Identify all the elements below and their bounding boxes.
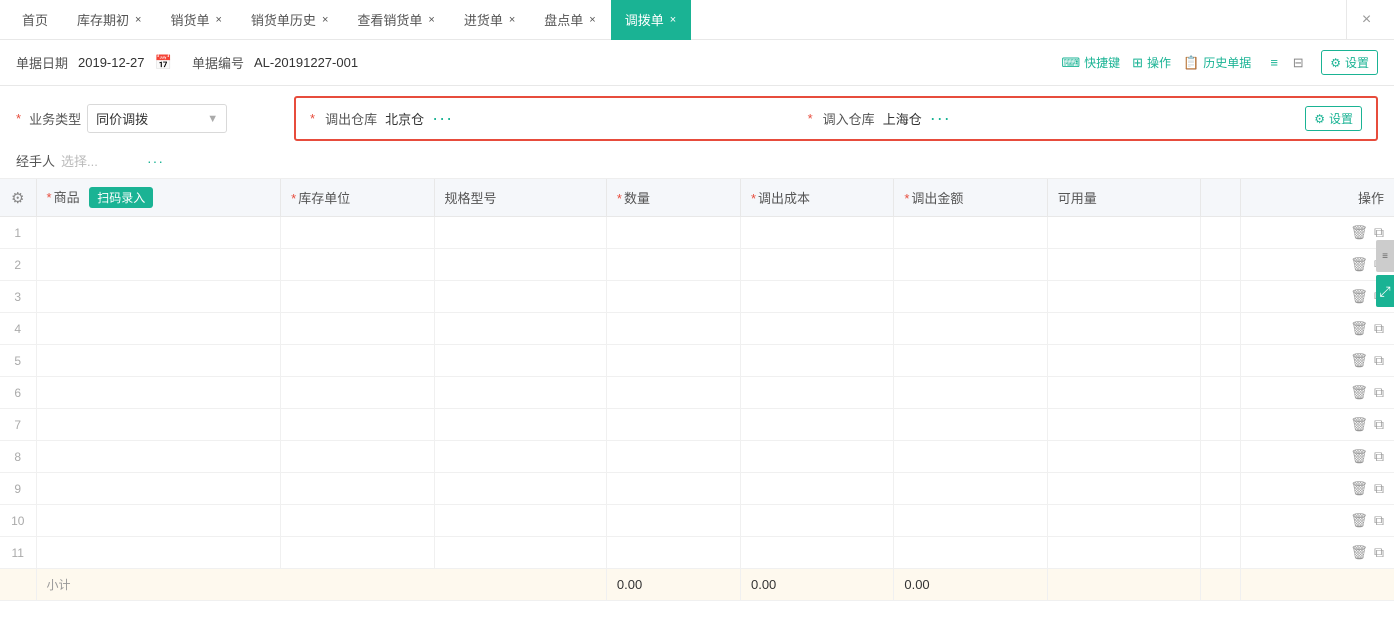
header-actions: ⌨ 快捷键 ⊞ 操作 📋 历史单据 ≡ ⊟ ⚙ 设置	[1061, 50, 1378, 75]
copy-row-icon[interactable]: ⧉	[1374, 480, 1384, 497]
window-close-button[interactable]: ×	[1346, 0, 1386, 40]
float-list-btn[interactable]: ≡	[1376, 240, 1394, 272]
tab-view-sales[interactable]: 查看销货单 ×	[343, 0, 449, 40]
table-row: 4 🗑⧉	[0, 313, 1394, 345]
keyboard-icon: ⌨	[1061, 55, 1080, 71]
business-type-select[interactable]: 同价调拨 ▼	[87, 104, 227, 133]
copy-row-icon[interactable]: ⧉	[1374, 448, 1384, 465]
col-header-avail: 可用量	[1047, 179, 1200, 217]
business-type-group: * 业务类型 同价调拨 ▼	[16, 104, 276, 133]
tab-close-sales-order[interactable]: ×	[215, 14, 221, 26]
copy-row-icon[interactable]: ⧉	[1374, 512, 1384, 529]
col-header-qty: *数量	[606, 179, 740, 217]
col-header-amount: *调出金额	[894, 179, 1047, 217]
layout-buttons: ≡ ⊟	[1263, 52, 1309, 74]
table-row: 6 🗑⧉	[0, 377, 1394, 409]
col-header-cost: *调出成本	[740, 179, 893, 217]
items-table: ⚙ *商品 扫码录入 *库存单位 规格型号 *数量 *调出成本	[0, 179, 1394, 601]
delete-row-icon[interactable]: 🗑	[1350, 256, 1368, 273]
copy-row-icon[interactable]: ⧉	[1374, 320, 1384, 337]
delete-row-icon[interactable]: 🗑	[1350, 416, 1368, 433]
operations-icon: ⊞	[1132, 55, 1143, 71]
tab-purchase[interactable]: 进货单 ×	[450, 0, 530, 40]
tab-close-sales-history[interactable]: ×	[322, 14, 328, 26]
subtotal-row: 小计 0.00 0.00 0.00	[0, 569, 1394, 601]
out-warehouse-more-icon[interactable]: ···	[432, 108, 453, 129]
shortcuts-action[interactable]: ⌨ 快捷键	[1061, 54, 1120, 71]
order-number-field: 单据编号 AL-20191227-001	[192, 53, 358, 72]
date-field: 单据日期 2019-12-27 📅	[16, 53, 172, 72]
tab-inventory-init[interactable]: 库存期初 ×	[63, 0, 156, 40]
calendar-icon[interactable]: 📅	[155, 54, 172, 71]
tab-sales-history[interactable]: 销货单历史 ×	[237, 0, 343, 40]
delete-row-icon[interactable]: 🗑	[1350, 480, 1368, 497]
tab-close-transfer[interactable]: ×	[670, 14, 676, 26]
warehouse-settings-button[interactable]: ⚙ 设置	[1305, 106, 1362, 131]
warehouse-settings-gear-icon: ⚙	[1314, 112, 1325, 126]
table-row: 3 🗑⧉	[0, 281, 1394, 313]
delete-row-icon[interactable]: 🗑	[1350, 224, 1368, 241]
settings-button[interactable]: ⚙ 设置	[1321, 50, 1378, 75]
tab-close-stocktake[interactable]: ×	[589, 14, 595, 26]
delete-row-icon[interactable]: 🗑	[1350, 288, 1368, 305]
scan-entry-button[interactable]: 扫码录入	[89, 187, 153, 208]
in-warehouse-more-icon[interactable]: ···	[930, 108, 951, 129]
copy-row-icon[interactable]: ⧉	[1374, 416, 1384, 433]
col-header-product: *商品 扫码录入	[36, 179, 281, 217]
tab-close-purchase[interactable]: ×	[509, 14, 515, 26]
table-settings-gear-icon[interactable]: ⚙	[11, 190, 24, 207]
delete-row-icon[interactable]: 🗑	[1350, 320, 1368, 337]
col-header-spacer	[1200, 179, 1240, 217]
table-area: ⚙ *商品 扫码录入 *库存单位 规格型号 *数量 *调出成本	[0, 179, 1394, 601]
tab-home[interactable]: 首页	[8, 0, 63, 40]
delete-row-icon[interactable]: 🗑	[1350, 384, 1368, 401]
warehouse-section: * 调出仓库 北京仓 ··· * 调入仓库 上海仓 ··· ⚙ 设置	[294, 96, 1378, 141]
layout-btn-grid[interactable]: ⊟	[1287, 52, 1309, 74]
table-row: 5 🗑⧉	[0, 345, 1394, 377]
table-settings-header[interactable]: ⚙	[0, 179, 36, 217]
copy-row-icon[interactable]: ⧉	[1374, 544, 1384, 561]
operations-action[interactable]: ⊞ 操作	[1132, 54, 1171, 71]
table-row: 7 🗑⧉	[0, 409, 1394, 441]
col-header-spec: 规格型号	[434, 179, 606, 217]
tab-close-view-sales[interactable]: ×	[428, 14, 434, 26]
copy-row-icon[interactable]: ⧉	[1374, 384, 1384, 401]
person-more-icon[interactable]: ···	[147, 153, 164, 169]
col-header-op: 操作	[1241, 179, 1394, 217]
out-warehouse-field: * 调出仓库 北京仓 ···	[310, 108, 778, 129]
in-warehouse-field: * 调入仓库 上海仓 ···	[808, 108, 1276, 129]
person-select[interactable]: 选择...	[61, 149, 141, 172]
table-row: 8 🗑⧉	[0, 441, 1394, 473]
table-row: 10 🗑⧉	[0, 505, 1394, 537]
history-action[interactable]: 📋 历史单据	[1183, 54, 1251, 71]
tab-sales-order[interactable]: 销货单 ×	[156, 0, 236, 40]
delete-row-icon[interactable]: 🗑	[1350, 448, 1368, 465]
form-content-area: * 业务类型 同价调拨 ▼ * 调出仓库 北京仓 ··· *	[0, 86, 1394, 179]
table-row: 1 🗑 ⧉	[0, 217, 1394, 249]
form-header: 单据日期 2019-12-27 📅 单据编号 AL-20191227-001 ⌨…	[0, 40, 1394, 86]
delete-row-icon[interactable]: 🗑	[1350, 352, 1368, 369]
table-row: 2 🗑⧉	[0, 249, 1394, 281]
settings-gear-icon: ⚙	[1330, 56, 1341, 70]
dropdown-arrow-icon: ▼	[207, 113, 218, 125]
table-row: 9 🗑⧉	[0, 473, 1394, 505]
layout-btn-list[interactable]: ≡	[1263, 52, 1285, 74]
delete-row-icon[interactable]: 🗑	[1350, 544, 1368, 561]
tab-bar: 首页 库存期初 × 销货单 × 销货单历史 × 查看销货单 × 进货单 × 盘点…	[0, 0, 1394, 40]
tab-stocktake[interactable]: 盘点单 ×	[530, 0, 610, 40]
form-row-2: 经手人 选择... ···	[16, 149, 1378, 172]
form-row-1: * 业务类型 同价调拨 ▼ * 调出仓库 北京仓 ··· *	[16, 96, 1378, 141]
tab-close-inventory-init[interactable]: ×	[135, 14, 141, 26]
tab-transfer[interactable]: 调拨单 ×	[611, 0, 691, 40]
delete-row-icon[interactable]: 🗑	[1350, 512, 1368, 529]
history-icon: 📋	[1183, 55, 1199, 71]
float-expand-btn[interactable]: ⤢	[1376, 275, 1394, 307]
copy-row-icon[interactable]: ⧉	[1374, 352, 1384, 369]
close-icon: ×	[1362, 11, 1371, 29]
copy-row-icon[interactable]: ⧉	[1374, 224, 1384, 241]
right-floating-panel: ≡ ⤢	[1376, 240, 1394, 307]
col-header-unit: *库存单位	[281, 179, 434, 217]
table-row-11: 11 🗑⧉	[0, 537, 1394, 569]
